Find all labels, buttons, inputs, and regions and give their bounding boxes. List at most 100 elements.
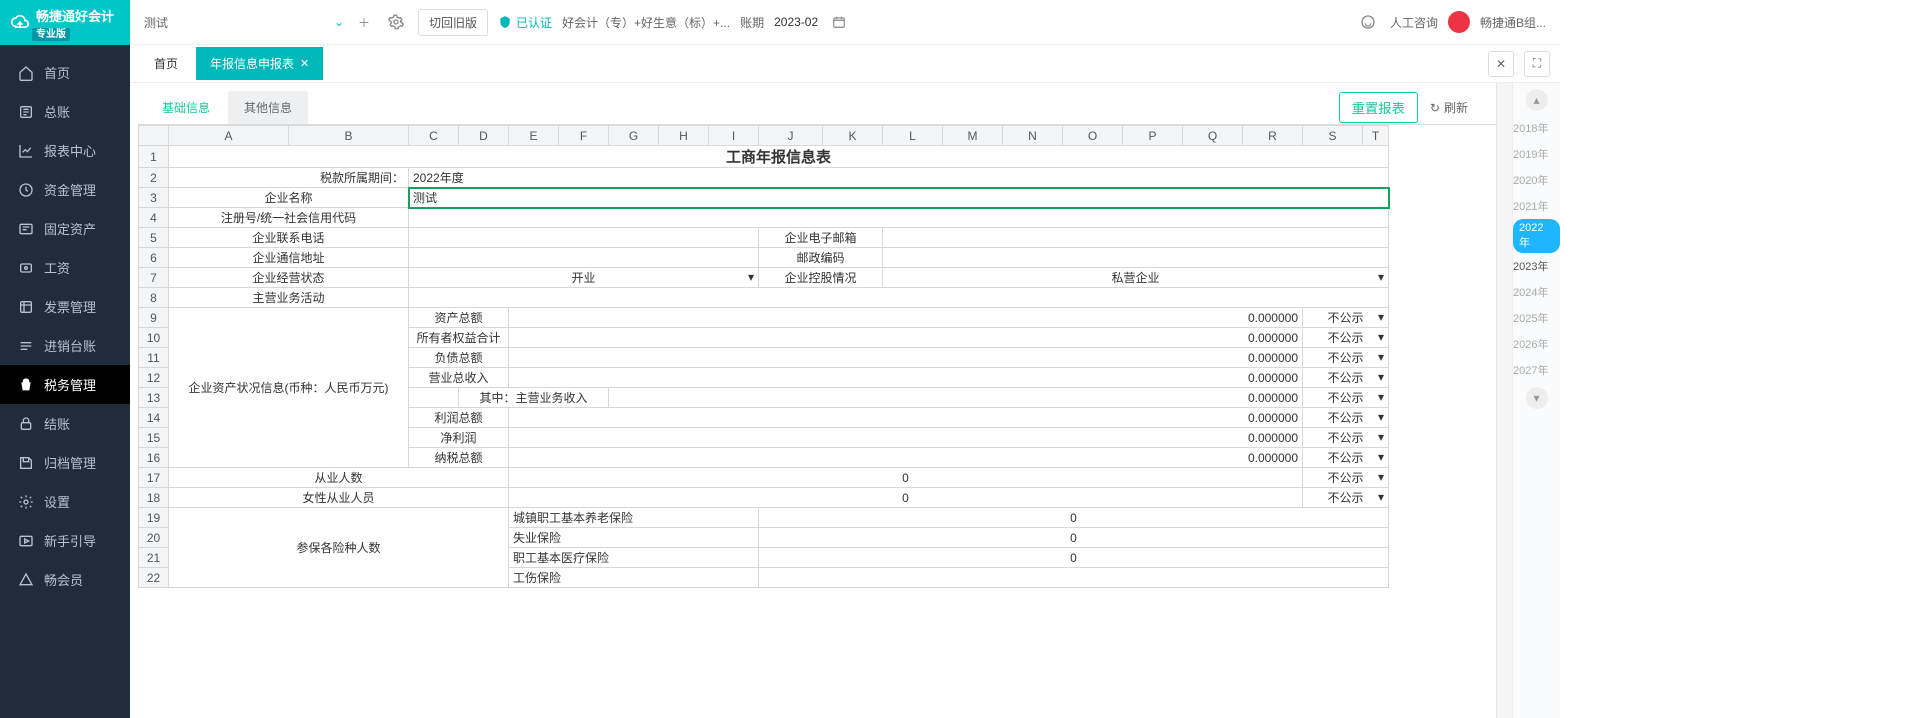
cell[interactable]: 0.000000	[609, 388, 1303, 408]
cell[interactable]: 0	[759, 528, 1389, 548]
cell[interactable]: 0	[509, 488, 1303, 508]
nav-item-1[interactable]: 总账	[0, 92, 130, 131]
period-value[interactable]: 2023-02	[774, 15, 818, 29]
row-header[interactable]: 7	[139, 268, 169, 288]
close-all-button[interactable]: ✕	[1488, 51, 1514, 77]
scrollbar-vertical[interactable]	[1496, 83, 1512, 718]
spreadsheet[interactable]: ABCDEFGHIJKLMNOPQRST1工商年报信息表2税款所属期间：2022…	[138, 124, 1496, 718]
nav-item-4[interactable]: 固定资产	[0, 209, 130, 248]
cell[interactable]: 0.000000	[509, 348, 1303, 368]
cell[interactable]: 0.000000	[509, 368, 1303, 388]
year-down-button[interactable]: ▾	[1526, 387, 1548, 409]
row-header[interactable]: 16	[139, 448, 169, 468]
nav-item-10[interactable]: 归档管理	[0, 443, 130, 482]
nav-item-5[interactable]: 工资	[0, 248, 130, 287]
row-header[interactable]: 6	[139, 248, 169, 268]
row-header[interactable]: 15	[139, 428, 169, 448]
nav-item-0[interactable]: 首页	[0, 53, 130, 92]
col-header[interactable]: F	[559, 126, 609, 146]
col-header[interactable]: C	[409, 126, 459, 146]
col-header[interactable]: R	[1243, 126, 1303, 146]
calendar-icon[interactable]	[828, 11, 850, 33]
cell[interactable]	[409, 288, 1389, 308]
row-header[interactable]: 11	[139, 348, 169, 368]
select-publish[interactable]: 不公示▾	[1303, 348, 1389, 368]
nav-item-7[interactable]: 进销台账	[0, 326, 130, 365]
row-header[interactable]: 8	[139, 288, 169, 308]
year-2020年[interactable]: 2020年	[1513, 167, 1560, 193]
row-header[interactable]: 21	[139, 548, 169, 568]
row-header[interactable]: 4	[139, 208, 169, 228]
avatar[interactable]	[1448, 11, 1470, 33]
col-header[interactable]: E	[509, 126, 559, 146]
year-2021年[interactable]: 2021年	[1513, 193, 1560, 219]
col-header[interactable]: J	[759, 126, 823, 146]
select-publish[interactable]: 不公示▾	[1303, 368, 1389, 388]
select-publish[interactable]: 不公示▾	[1303, 308, 1389, 328]
tab-home[interactable]: 首页	[140, 47, 192, 80]
support-icon[interactable]	[1356, 10, 1380, 34]
row-header[interactable]: 3	[139, 188, 169, 208]
cell[interactable]	[409, 248, 759, 268]
col-header[interactable]: H	[659, 126, 709, 146]
input-company[interactable]: 测试	[409, 188, 1389, 208]
cell[interactable]: 0.000000	[509, 428, 1303, 448]
nav-item-2[interactable]: 报表中心	[0, 131, 130, 170]
nav-item-12[interactable]: 新手引导	[0, 521, 130, 560]
cell[interactable]: 不公示▾	[1303, 468, 1389, 488]
input-reg[interactable]	[409, 208, 1389, 228]
year-2018年[interactable]: 2018年	[1513, 115, 1560, 141]
col-header[interactable]: M	[943, 126, 1003, 146]
cell[interactable]: 0.000000	[509, 408, 1303, 428]
year-2022年[interactable]: 2022年	[1513, 219, 1560, 253]
nav-item-6[interactable]: 发票管理	[0, 287, 130, 326]
col-header[interactable]: A	[169, 126, 289, 146]
col-header[interactable]: P	[1123, 126, 1183, 146]
col-header[interactable]: S	[1303, 126, 1363, 146]
company-select[interactable]: 测试 ⌄	[144, 14, 344, 31]
reset-button[interactable]: 重置报表	[1339, 92, 1418, 123]
fullscreen-button[interactable]: ⛶	[1524, 51, 1550, 77]
nav-item-8[interactable]: 税务管理	[0, 365, 130, 404]
nav-item-13[interactable]: 畅会员	[0, 560, 130, 599]
cell[interactable]: 0.000000	[509, 308, 1303, 328]
user-name[interactable]: 畅捷通B组...	[1480, 14, 1546, 31]
tab-annual-report[interactable]: 年报信息申报表 ✕	[196, 47, 323, 80]
row-header[interactable]: 2	[139, 168, 169, 188]
col-header[interactable]: T	[1363, 126, 1389, 146]
gear-icon[interactable]	[384, 10, 408, 34]
cell[interactable]: 0	[759, 548, 1389, 568]
year-2024年[interactable]: 2024年	[1513, 279, 1560, 305]
row-header[interactable]: 13	[139, 388, 169, 408]
select-holding[interactable]: 私营企业▾	[883, 268, 1389, 288]
row-header[interactable]: 20	[139, 528, 169, 548]
row-header[interactable]: 9	[139, 308, 169, 328]
row-header[interactable]: 10	[139, 328, 169, 348]
col-header[interactable]: D	[459, 126, 509, 146]
row-header[interactable]: 18	[139, 488, 169, 508]
year-2027年[interactable]: 2027年	[1513, 357, 1560, 383]
year-2019年[interactable]: 2019年	[1513, 141, 1560, 167]
col-header[interactable]: N	[1003, 126, 1063, 146]
row-header[interactable]: 1	[139, 146, 169, 168]
select-publish[interactable]: 不公示▾	[1303, 448, 1389, 468]
year-2025年[interactable]: 2025年	[1513, 305, 1560, 331]
cell[interactable]	[883, 248, 1389, 268]
row-header[interactable]: 5	[139, 228, 169, 248]
cell[interactable]: 不公示▾	[1303, 488, 1389, 508]
row-header[interactable]: 19	[139, 508, 169, 528]
col-header[interactable]: G	[609, 126, 659, 146]
refresh-button[interactable]: ↻ 刷新	[1430, 99, 1468, 116]
nav-item-9[interactable]: 结账	[0, 404, 130, 443]
add-icon[interactable]: ＋	[354, 10, 374, 35]
support-text[interactable]: 人工咨询	[1390, 14, 1438, 31]
close-icon[interactable]: ✕	[300, 57, 309, 70]
col-header[interactable]: L	[883, 126, 943, 146]
year-2026年[interactable]: 2026年	[1513, 331, 1560, 357]
row-header[interactable]: 12	[139, 368, 169, 388]
col-header[interactable]: B	[289, 126, 409, 146]
select-status[interactable]: 开业▾	[409, 268, 759, 288]
col-header[interactable]: O	[1063, 126, 1123, 146]
col-header[interactable]: I	[709, 126, 759, 146]
row-header[interactable]: 17	[139, 468, 169, 488]
